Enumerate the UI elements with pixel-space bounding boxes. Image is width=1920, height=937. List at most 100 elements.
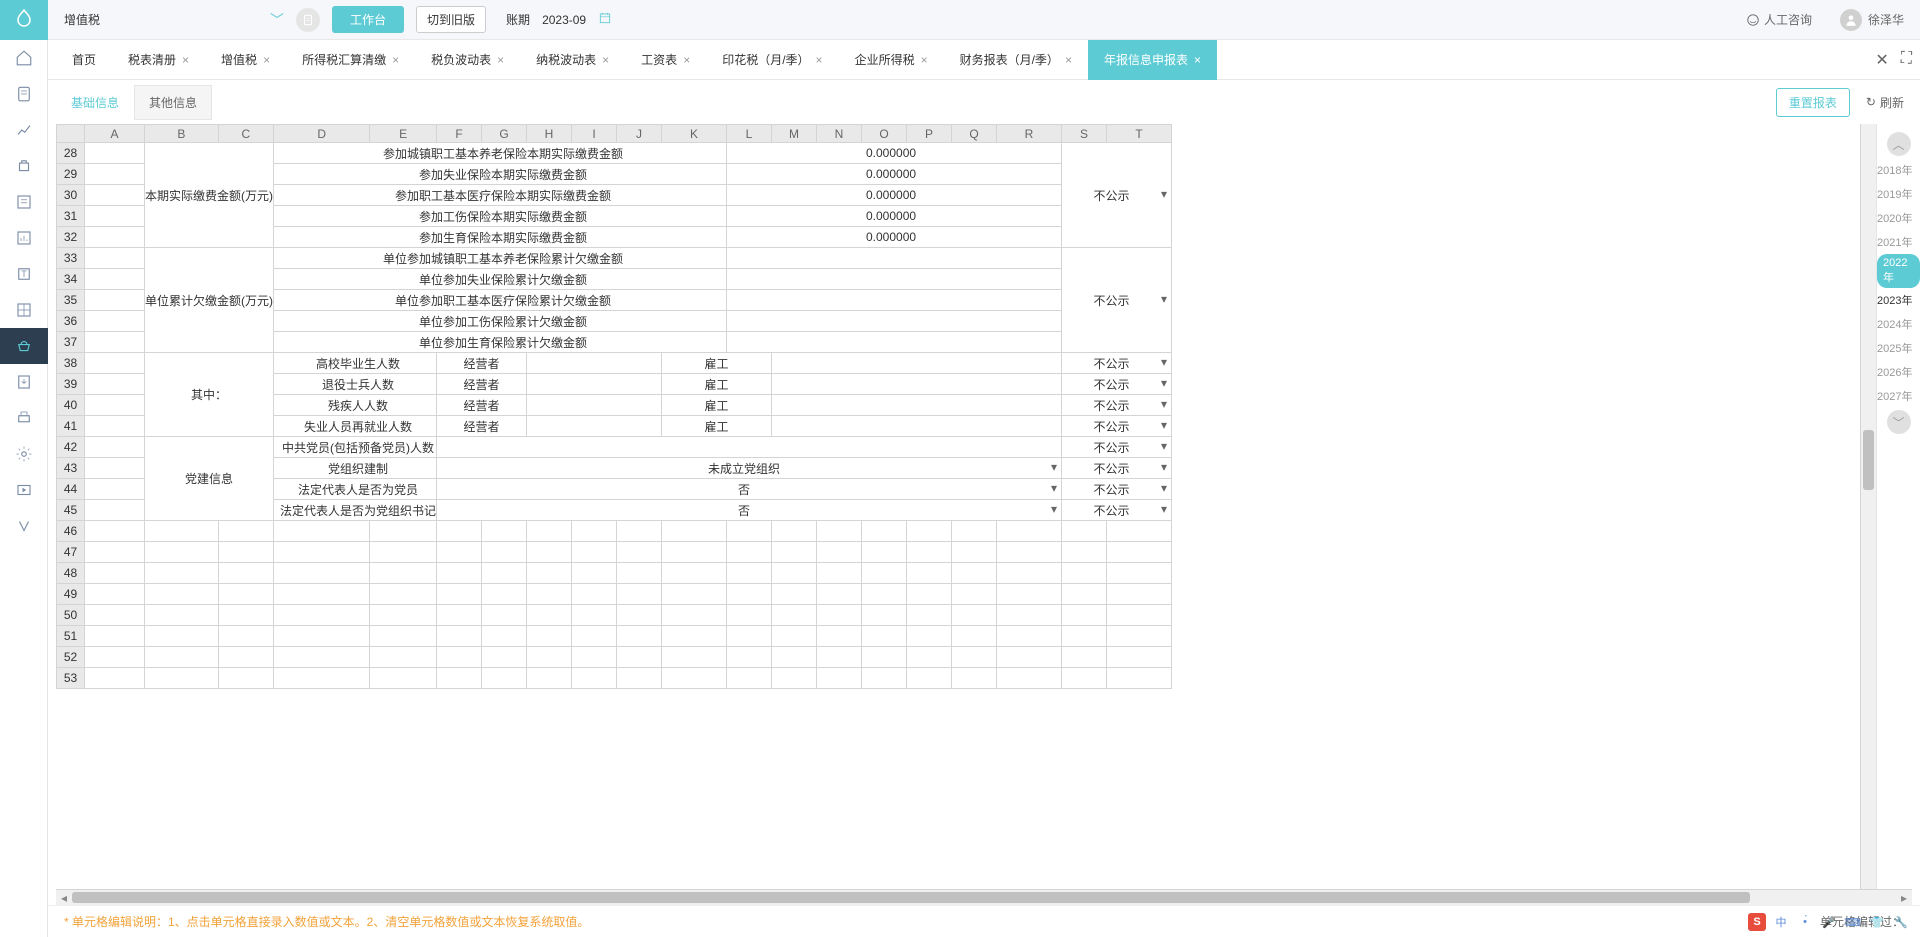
cell[interactable]: [218, 668, 273, 689]
cell[interactable]: [772, 626, 817, 647]
col-header[interactable]: K: [662, 125, 727, 143]
cell[interactable]: 雇工: [662, 374, 772, 395]
col-header[interactable]: J: [617, 125, 662, 143]
hscroll-left-icon[interactable]: ◂: [56, 890, 72, 905]
switch-old-button[interactable]: 切到旧版: [416, 6, 486, 33]
nav-settings-icon[interactable]: [0, 436, 48, 472]
cell[interactable]: [817, 521, 862, 542]
cell[interactable]: [145, 563, 219, 584]
cell[interactable]: [85, 521, 145, 542]
cell[interactable]: [482, 626, 527, 647]
cell[interactable]: [527, 605, 572, 626]
corner-cell[interactable]: [57, 125, 85, 143]
cell[interactable]: [527, 668, 572, 689]
cell[interactable]: [1062, 542, 1107, 563]
cell[interactable]: [482, 605, 527, 626]
cell[interactable]: [772, 353, 1062, 374]
tab-6[interactable]: 工资表×: [625, 40, 706, 80]
value-cell[interactable]: [727, 269, 1062, 290]
cell[interactable]: [527, 647, 572, 668]
col-header[interactable]: B: [145, 125, 219, 143]
year-up-icon[interactable]: ︿: [1887, 132, 1911, 156]
cell[interactable]: [274, 542, 370, 563]
cell[interactable]: [662, 626, 727, 647]
nav-active-icon[interactable]: [0, 328, 48, 364]
cell[interactable]: [85, 395, 145, 416]
nav-download-icon[interactable]: [0, 364, 48, 400]
close-icon[interactable]: ×: [683, 53, 690, 67]
cell[interactable]: [1062, 521, 1107, 542]
col-header[interactable]: T: [1107, 125, 1172, 143]
cell[interactable]: [527, 416, 662, 437]
value-cell[interactable]: [727, 290, 1062, 311]
cell[interactable]: [218, 584, 273, 605]
cell[interactable]: [662, 647, 727, 668]
cell[interactable]: [617, 521, 662, 542]
year-option[interactable]: 2023年: [1877, 288, 1920, 312]
display-cell[interactable]: 不公示: [1062, 479, 1172, 500]
cell[interactable]: [662, 584, 727, 605]
tab-10[interactable]: 年报信息申报表×: [1088, 40, 1217, 80]
year-option[interactable]: 2027年: [1877, 384, 1920, 408]
cell[interactable]: [482, 584, 527, 605]
cell[interactable]: [997, 584, 1062, 605]
display-cell[interactable]: 不公示: [1062, 353, 1172, 374]
cell[interactable]: [662, 605, 727, 626]
cell[interactable]: [482, 563, 527, 584]
cell[interactable]: [727, 668, 772, 689]
col-header[interactable]: E: [370, 125, 437, 143]
row-number[interactable]: 35: [57, 290, 85, 311]
cell[interactable]: [727, 542, 772, 563]
cell[interactable]: [482, 668, 527, 689]
year-option[interactable]: 2018年: [1877, 158, 1920, 182]
subtab-basic[interactable]: 基础信息: [56, 85, 134, 120]
row-number[interactable]: 32: [57, 227, 85, 248]
year-option[interactable]: 2022年: [1877, 254, 1920, 288]
cell[interactable]: [370, 647, 437, 668]
cell[interactable]: 雇工: [662, 353, 772, 374]
year-option[interactable]: 2025年: [1877, 336, 1920, 360]
cell[interactable]: [85, 605, 145, 626]
col-header[interactable]: I: [572, 125, 617, 143]
col-header[interactable]: L: [727, 125, 772, 143]
cell[interactable]: [437, 668, 482, 689]
vertical-scrollbar[interactable]: [1860, 124, 1876, 889]
cell[interactable]: [145, 605, 219, 626]
cell[interactable]: [862, 542, 907, 563]
close-all-icon[interactable]: ✕: [1875, 50, 1888, 70]
cell[interactable]: [952, 563, 997, 584]
cell[interactable]: [772, 563, 817, 584]
cell[interactable]: [617, 542, 662, 563]
col-header[interactable]: A: [85, 125, 145, 143]
cell[interactable]: [437, 521, 482, 542]
tab-7[interactable]: 印花税（月/季）×: [706, 40, 838, 80]
cell[interactable]: [85, 626, 145, 647]
cell[interactable]: [437, 563, 482, 584]
cell[interactable]: [274, 647, 370, 668]
cell[interactable]: [145, 584, 219, 605]
cell[interactable]: [85, 647, 145, 668]
cell[interactable]: [85, 227, 145, 248]
cell[interactable]: [862, 563, 907, 584]
cell[interactable]: [952, 542, 997, 563]
cell[interactable]: [772, 416, 1062, 437]
cell[interactable]: [572, 563, 617, 584]
close-icon[interactable]: ×: [1065, 53, 1072, 67]
cell[interactable]: [572, 542, 617, 563]
cell[interactable]: 经营者: [437, 416, 527, 437]
cell[interactable]: [817, 584, 862, 605]
display-cell[interactable]: 不公示: [1062, 458, 1172, 479]
row-number[interactable]: 40: [57, 395, 85, 416]
cell[interactable]: [274, 584, 370, 605]
cell[interactable]: [85, 353, 145, 374]
period-value[interactable]: 2023-09: [542, 13, 586, 27]
tab-5[interactable]: 纳税波动表×: [520, 40, 625, 80]
cell[interactable]: [862, 626, 907, 647]
cell[interactable]: [662, 563, 727, 584]
cell[interactable]: [727, 563, 772, 584]
year-option[interactable]: 2019年: [1877, 182, 1920, 206]
cell[interactable]: [370, 668, 437, 689]
cell[interactable]: [274, 605, 370, 626]
col-header[interactable]: Q: [952, 125, 997, 143]
display-cell[interactable]: 不公示: [1062, 143, 1172, 248]
